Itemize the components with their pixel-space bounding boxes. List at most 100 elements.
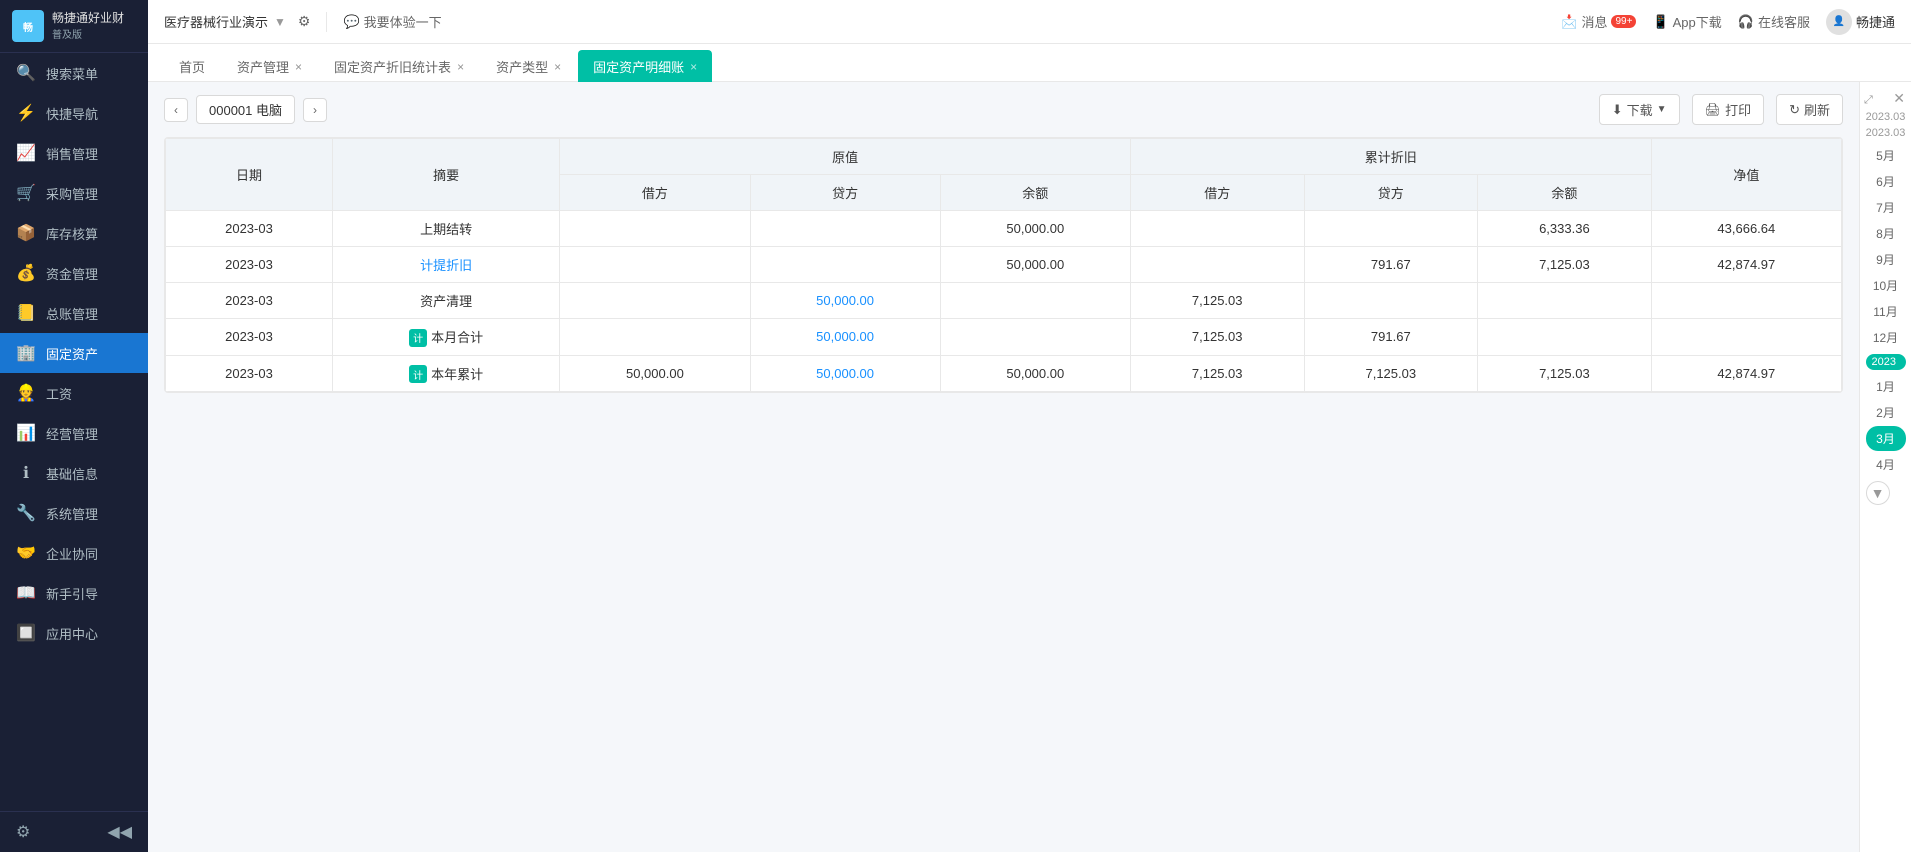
- timeline-month-6月[interactable]: 6月: [1866, 169, 1906, 194]
- service-icon: 🎧: [1738, 14, 1754, 30]
- timeline-recent-month-1月[interactable]: 1月: [1866, 374, 1906, 399]
- sidebar-item-sales[interactable]: 📈销售管理: [0, 133, 148, 173]
- timeline-month-12月[interactable]: 12月: [1866, 325, 1906, 350]
- service-btn[interactable]: 🎧 在线客服: [1738, 12, 1810, 31]
- message-btn[interactable]: 📩 消息 99+: [1561, 12, 1636, 31]
- sidebar-label-basic-info: 基础信息: [46, 464, 98, 483]
- sidebar-icon-guide: 📖: [16, 583, 36, 603]
- cell-net-value: 42,874.97: [1651, 355, 1841, 392]
- tab-close-asset-mgmt[interactable]: ×: [295, 60, 302, 74]
- timeline-close-btn[interactable]: ✕: [1893, 90, 1905, 107]
- user-name: 畅捷通: [1856, 12, 1895, 31]
- refresh-btn[interactable]: ↻ 刷新: [1776, 94, 1843, 125]
- timeline-more-btn[interactable]: ▼: [1866, 481, 1890, 505]
- main-area: 医疗器械行业演示 ▼ ⚙ 💬 我要体验一下 📩 消息 99+ 📱 App下载 🎧…: [148, 0, 1911, 852]
- col-date: 日期: [166, 139, 333, 211]
- print-label: 打印: [1725, 100, 1751, 119]
- cell-net-value: [1651, 283, 1841, 319]
- timeline-recent-month-4月[interactable]: 4月: [1866, 452, 1906, 477]
- settings-icon[interactable]: ⚙: [16, 822, 30, 842]
- cell-lj-debit: [1130, 211, 1304, 247]
- sidebar-item-cooperation[interactable]: 🤝企业协同: [0, 533, 148, 573]
- prev-asset-btn[interactable]: ‹: [164, 98, 188, 122]
- sidebar-item-inventory[interactable]: 📦库存核算: [0, 213, 148, 253]
- tab-depreciation-table[interactable]: 固定资产折旧统计表×: [319, 50, 479, 82]
- table-row: 2023-03 计本年累计 50,000.00 50,000.00 50,000…: [166, 355, 1842, 392]
- sidebar-item-system[interactable]: 🔧系统管理: [0, 493, 148, 533]
- topbar-settings-btn[interactable]: ⚙: [298, 13, 311, 30]
- sidebar-item-search[interactable]: 🔍搜索菜单: [0, 53, 148, 93]
- app-download-btn[interactable]: 📱 App下载: [1652, 12, 1721, 31]
- timeline-recent-month-3月[interactable]: 3月: [1866, 426, 1906, 451]
- timeline-expand-btn[interactable]: ⤢: [1864, 94, 1873, 107]
- timeline-month-5月[interactable]: 5月: [1866, 143, 1906, 168]
- detail-table: 日期 摘要 原值 累计折旧 净值 借方 贷方 余额 借方 贷方 余额: [165, 138, 1842, 392]
- user-menu-btn[interactable]: 👤 畅捷通: [1826, 9, 1895, 35]
- timeline-month-10月[interactable]: 10月: [1866, 273, 1906, 298]
- col-group-yuanzhi: 原值: [560, 139, 1131, 175]
- download-btn[interactable]: ⬇ 下载 ▼: [1599, 94, 1680, 125]
- sidebar-item-guide[interactable]: 📖新手引导: [0, 573, 148, 613]
- cell-yz-balance: 50,000.00: [940, 355, 1130, 392]
- tab-asset-mgmt[interactable]: 资产管理×: [222, 50, 317, 82]
- tab-home[interactable]: 首页: [164, 50, 220, 82]
- timeline-year-badge[interactable]: 2023: [1866, 354, 1906, 370]
- sidebar-item-app-center[interactable]: 🔲应用中心: [0, 613, 148, 653]
- cell-yz-balance: 50,000.00: [940, 247, 1130, 283]
- sidebar-item-purchase[interactable]: 🛒采购管理: [0, 173, 148, 213]
- sidebar-item-fixed-assets[interactable]: 🏢 固定资产: [0, 333, 148, 373]
- sidebar-item-finance[interactable]: 💰资金管理: [0, 253, 148, 293]
- cell-yz-balance: 50,000.00: [940, 211, 1130, 247]
- tab-asset-type[interactable]: 资产类型×: [481, 50, 576, 82]
- next-asset-btn[interactable]: ›: [303, 98, 327, 122]
- print-icon: 🖨: [1705, 102, 1722, 118]
- experience-icon: 💬: [343, 14, 359, 30]
- sidebar-item-operation[interactable]: 📊经营管理: [0, 413, 148, 453]
- cell-yz-credit: 50,000.00: [750, 355, 940, 392]
- sidebar-item-basic-info[interactable]: ℹ基础信息: [0, 453, 148, 493]
- cell-yz-debit: [560, 319, 750, 356]
- toolbar-left: ‹ 000001 电脑 ›: [164, 95, 327, 124]
- sidebar-icon-operation: 📊: [16, 423, 36, 443]
- sidebar-label-finance: 资金管理: [46, 264, 98, 283]
- cell-net-value: [1651, 319, 1841, 356]
- tab-asset-detail[interactable]: 固定资产明细账×: [578, 50, 712, 82]
- cell-yz-credit: 50,000.00: [750, 283, 940, 319]
- tab-close-asset-type[interactable]: ×: [554, 60, 561, 74]
- cell-lj-debit: 7,125.03: [1130, 283, 1304, 319]
- sidebar-icon-system: 🔧: [16, 503, 36, 523]
- table-body: 2023-03 上期结转 50,000.00 6,333.36 43,666.6…: [166, 211, 1842, 392]
- col-lj-debit: 借方: [1130, 175, 1304, 211]
- sidebar-icon-purchase: 🛒: [16, 183, 36, 203]
- sidebar-label-cooperation: 企业协同: [46, 544, 98, 563]
- cell-summary[interactable]: 计提折旧: [332, 247, 559, 283]
- sidebar-item-payroll[interactable]: 👷工资: [0, 373, 148, 413]
- sidebar-item-quick-nav[interactable]: ⚡快捷导航: [0, 93, 148, 133]
- collapse-icon[interactable]: ◀◀: [107, 822, 132, 842]
- asset-code-display: 000001 电脑: [196, 95, 295, 124]
- cell-yz-credit: [750, 247, 940, 283]
- col-yz-balance: 余额: [940, 175, 1130, 211]
- print-btn[interactable]: 🖨 打印: [1692, 94, 1765, 125]
- timeline-month-8月[interactable]: 8月: [1866, 221, 1906, 246]
- sidebar-icon-fixed-assets: 🏢: [16, 343, 36, 363]
- timeline-panel: ✕ ⤢ 2023.032023.035月6月7月8月9月10月11月12月202…: [1859, 82, 1911, 852]
- table-row: 2023-03 资产清理 50,000.00 7,125.03: [166, 283, 1842, 319]
- topbar-experience-btn[interactable]: 💬 我要体验一下: [343, 12, 441, 31]
- topbar-dropdown-icon[interactable]: ▼: [274, 15, 286, 29]
- sidebar-item-ledger[interactable]: 📒总账管理: [0, 293, 148, 333]
- tab-close-asset-detail[interactable]: ×: [690, 60, 697, 74]
- avatar-icon: 👤: [1833, 16, 1845, 27]
- message-icon: 📩: [1561, 14, 1577, 30]
- timeline-month-7月[interactable]: 7月: [1866, 195, 1906, 220]
- timeline-month-9月[interactable]: 9月: [1866, 247, 1906, 272]
- timeline-month-11月[interactable]: 11月: [1866, 299, 1906, 324]
- cell-lj-debit: 7,125.03: [1130, 319, 1304, 356]
- app-icon: 📱: [1652, 14, 1668, 30]
- tab-close-depreciation-table[interactable]: ×: [457, 60, 464, 74]
- cell-date: 2023-03: [166, 319, 333, 356]
- col-group-ljzj: 累计折旧: [1130, 139, 1651, 175]
- sidebar-icon-search: 🔍: [16, 63, 36, 83]
- timeline-recent-month-2月[interactable]: 2月: [1866, 400, 1906, 425]
- sidebar-label-fixed-assets: 固定资产: [46, 344, 98, 363]
